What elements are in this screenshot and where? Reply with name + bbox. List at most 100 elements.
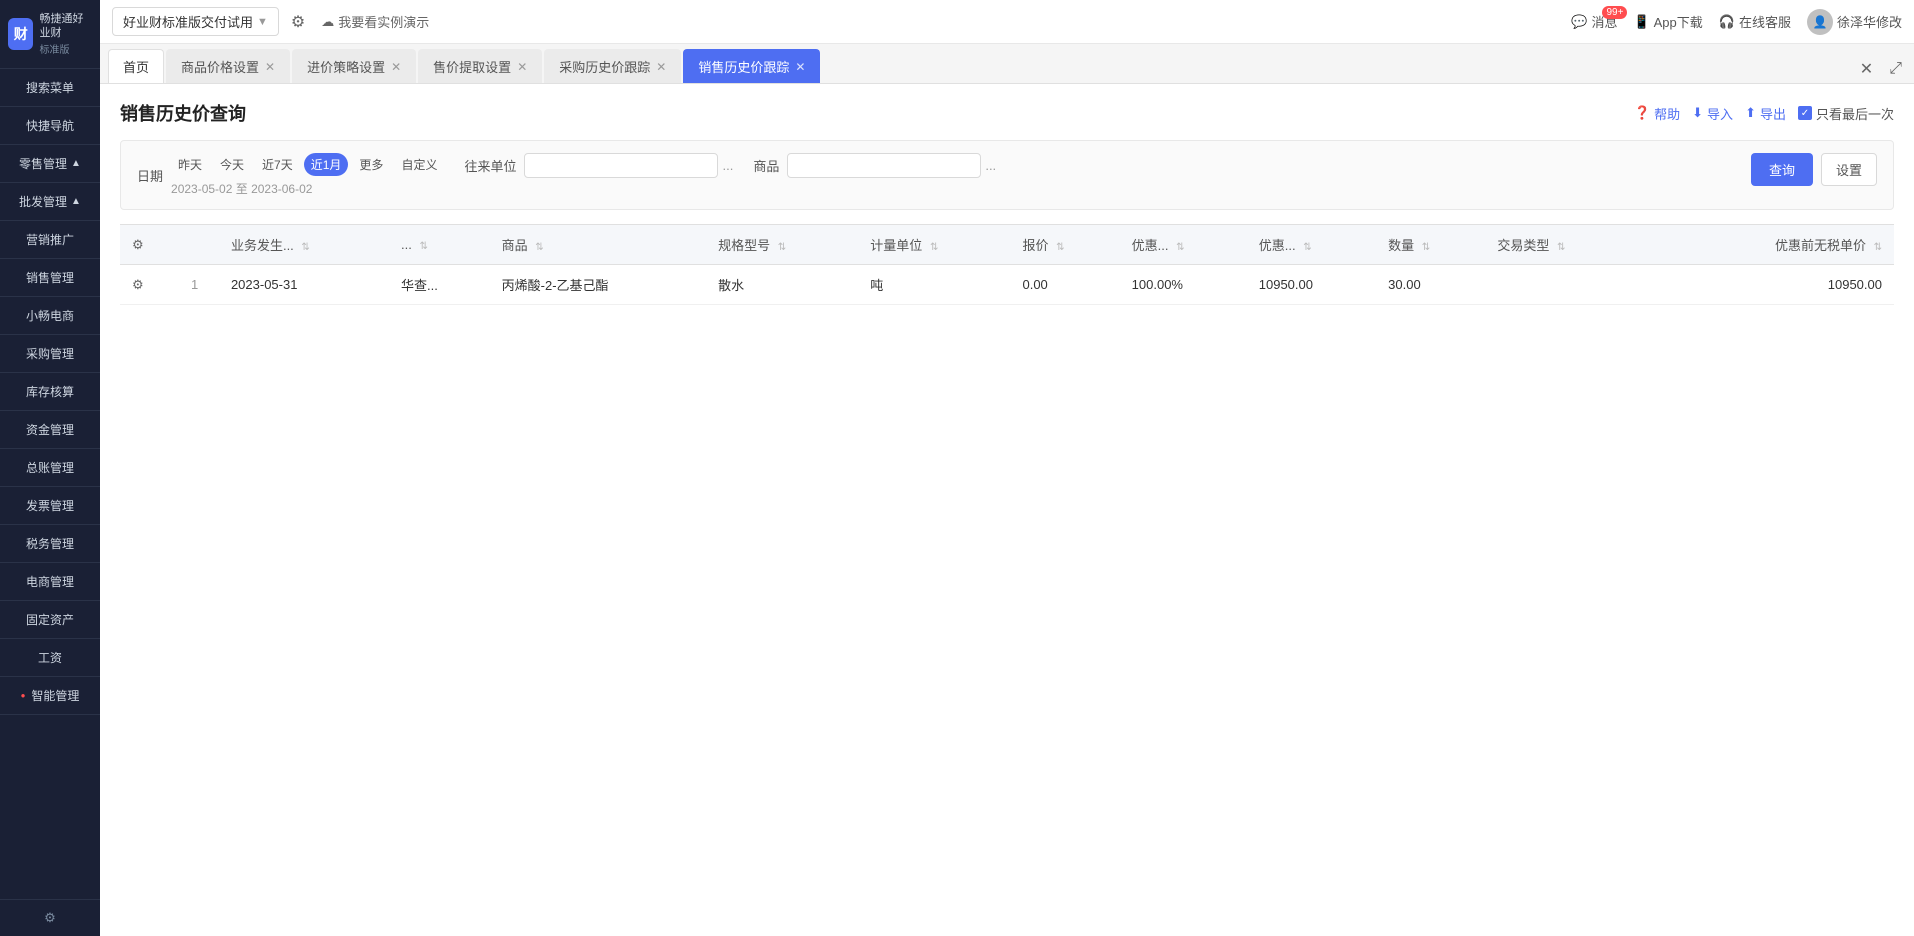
sidebar-item-assets[interactable]: 固定资产 [0, 601, 100, 639]
topbar-settings-icon[interactable]: ⚙ [287, 8, 309, 36]
sidebar-item-smart[interactable]: 智能管理 [0, 677, 100, 715]
sidebar-item-wholesale[interactable]: 批发管理 ▲ [0, 183, 100, 221]
date-buttons: 昨天 今天 近7天 近1月 更多 自定义 [171, 153, 444, 176]
col-more-header[interactable]: ... ⇅ [389, 225, 490, 265]
page-actions: ❓ 帮助 ⬇ 导入 ⬆ 导出 ✓ 只看最后一次 [1634, 104, 1894, 123]
message-button[interactable]: 💬 消息 99+ [1571, 12, 1617, 31]
tab-sale-price-close[interactable]: ✕ [517, 60, 527, 74]
date-btn-yesterday[interactable]: 昨天 [171, 153, 209, 176]
version-select-text: 好业财标准版交付试用 [123, 12, 253, 31]
tab-sales-history-close[interactable]: ✕ [795, 60, 805, 74]
tab-home[interactable]: 首页 [108, 49, 164, 83]
sidebar-item-tax[interactable]: 税务管理 [0, 525, 100, 563]
col-spec-header[interactable]: 规格型号 ⇅ [706, 225, 858, 265]
date-filter-label: 日期 [137, 166, 163, 185]
sidebar-item-inventory[interactable]: 库存核算 [0, 373, 100, 411]
row-settings-icon[interactable]: ⚙ [132, 277, 144, 292]
col-more-sort: ⇅ [420, 241, 428, 252]
export-button[interactable]: ⬆ 导出 [1745, 104, 1786, 123]
date-btn-1month[interactable]: 近1月 [304, 153, 349, 176]
app-download-button[interactable]: 📱 App下载 [1633, 12, 1702, 31]
cell-settings: ⚙ [120, 265, 179, 305]
tabbar-right: ✕ ⤢ [1856, 55, 1906, 83]
sidebar-settings-button[interactable]: ⚙ [0, 899, 100, 936]
sidebar-item-finance[interactable]: 资金管理 [0, 411, 100, 449]
sidebar-item-payroll[interactable]: 工资 [0, 639, 100, 677]
tabbar: 首页 商品价格设置 ✕ 进价策略设置 ✕ 售价提取设置 ✕ 采购历史价跟踪 ✕ … [100, 44, 1914, 84]
last-only-checkbox[interactable]: ✓ [1798, 106, 1812, 120]
col-business-date-sort: ⇅ [301, 242, 309, 253]
col-unit-sort: ⇅ [930, 242, 938, 253]
tab-purchase-history-close[interactable]: ✕ [656, 60, 666, 74]
col-discount2-header[interactable]: 优惠... ⇅ [1247, 225, 1376, 265]
tab-close-window-button[interactable]: ✕ [1856, 55, 1877, 83]
tab-sales-history-label: 销售历史价跟踪 [698, 57, 789, 76]
page-title: 销售历史价查询 [120, 100, 246, 126]
setting-button[interactable]: 设置 [1821, 153, 1877, 186]
inventory-label: 库存核算 [26, 383, 74, 400]
last-only-checkbox-label[interactable]: ✓ 只看最后一次 [1798, 104, 1894, 123]
version-select[interactable]: 好业财标准版交付试用 ▼ [112, 7, 279, 36]
logo-text: 畅捷通好业财 [39, 12, 92, 41]
sidebar-item-quick-nav[interactable]: 快捷导航 [0, 107, 100, 145]
sidebar-item-retail[interactable]: 零售管理 ▲ [0, 145, 100, 183]
date-btn-more[interactable]: 更多 [352, 153, 390, 176]
version-select-caret: ▼ [257, 16, 268, 28]
sidebar-item-invoice[interactable]: 发票管理 [0, 487, 100, 525]
tab-product-price-close[interactable]: ✕ [265, 60, 275, 74]
cell-pretax-price: 10950.00 [1677, 265, 1894, 305]
date-btn-7days[interactable]: 近7天 [255, 153, 300, 176]
col-transaction-header[interactable]: 交易类型 ⇅ [1485, 225, 1637, 265]
sidebar-item-marketing[interactable]: 营销推广 [0, 221, 100, 259]
logo-icon: 财 [8, 18, 33, 50]
sidebar-item-ecommerce-small[interactable]: 小畅电商 [0, 297, 100, 335]
col-unit-label: 计量单位 [870, 238, 922, 253]
online-service-button[interactable]: 🎧 在线客服 [1719, 12, 1791, 31]
tab-product-price[interactable]: 商品价格设置 ✕ [166, 49, 290, 83]
sidebar-search[interactable]: 搜索菜单 [0, 69, 100, 107]
ecommerce-label: 电商管理 [26, 573, 74, 590]
col-discount1-label: 优惠... [1132, 238, 1169, 253]
sidebar-item-ecommerce[interactable]: 电商管理 [0, 563, 100, 601]
online-service-icon: 🎧 [1719, 14, 1735, 30]
tab-expand-button[interactable]: ⤢ [1885, 56, 1906, 82]
user-profile-button[interactable]: 👤 徐泽华修改 [1807, 9, 1902, 35]
col-discount1-header[interactable]: 优惠... ⇅ [1120, 225, 1247, 265]
col-quantity-sort: ⇅ [1422, 242, 1430, 253]
demo-link[interactable]: ☁ 我要看实例演示 [321, 12, 429, 31]
tab-sales-history[interactable]: 销售历史价跟踪 ✕ [683, 49, 820, 83]
product-input[interactable] [787, 153, 981, 178]
query-button[interactable]: 查询 [1751, 153, 1813, 186]
col-index-header [179, 225, 219, 265]
retail-arrow: ▲ [71, 158, 81, 169]
date-btn-custom[interactable]: 自定义 [394, 153, 444, 176]
source-unit-ellipsis[interactable]: ... [722, 158, 733, 173]
col-unit-header[interactable]: 计量单位 ⇅ [858, 225, 1010, 265]
sidebar-item-sales[interactable]: 销售管理 [0, 259, 100, 297]
col-quote-header[interactable]: 报价 ⇅ [1010, 225, 1119, 265]
product-input-group: ... [787, 153, 996, 178]
help-button[interactable]: ❓ 帮助 [1634, 104, 1680, 123]
source-unit-input[interactable] [524, 153, 718, 178]
product-filter-group: 商品 ... [753, 153, 996, 178]
product-ellipsis[interactable]: ... [985, 158, 996, 173]
tab-sale-price[interactable]: 售价提取设置 ✕ [418, 49, 542, 83]
col-quantity-header[interactable]: 数量 ⇅ [1376, 225, 1485, 265]
col-settings-gear-icon[interactable]: ⚙ [132, 237, 144, 252]
import-button[interactable]: ⬇ 导入 [1692, 104, 1733, 123]
col-spacer-header [1638, 225, 1678, 265]
col-pretax-header[interactable]: 优惠前无税单价 ⇅ [1677, 225, 1894, 265]
sidebar-item-accounting[interactable]: 总账管理 [0, 449, 100, 487]
cell-spec: 散水 [706, 265, 858, 305]
tab-purchase-history[interactable]: 采购历史价跟踪 ✕ [544, 49, 681, 83]
cell-more: 华查... [389, 265, 490, 305]
tab-purchase-strategy[interactable]: 进价策略设置 ✕ [292, 49, 416, 83]
tab-purchase-strategy-close[interactable]: ✕ [391, 60, 401, 74]
col-discount2-sort: ⇅ [1303, 242, 1311, 253]
col-business-date-header[interactable]: 业务发生... ⇅ [219, 225, 389, 265]
sidebar-item-purchase[interactable]: 采购管理 [0, 335, 100, 373]
tab-purchase-history-label: 采购历史价跟踪 [559, 57, 650, 76]
help-icon: ❓ [1634, 105, 1650, 121]
col-product-header[interactable]: 商品 ⇅ [490, 225, 706, 265]
date-btn-today[interactable]: 今天 [213, 153, 251, 176]
